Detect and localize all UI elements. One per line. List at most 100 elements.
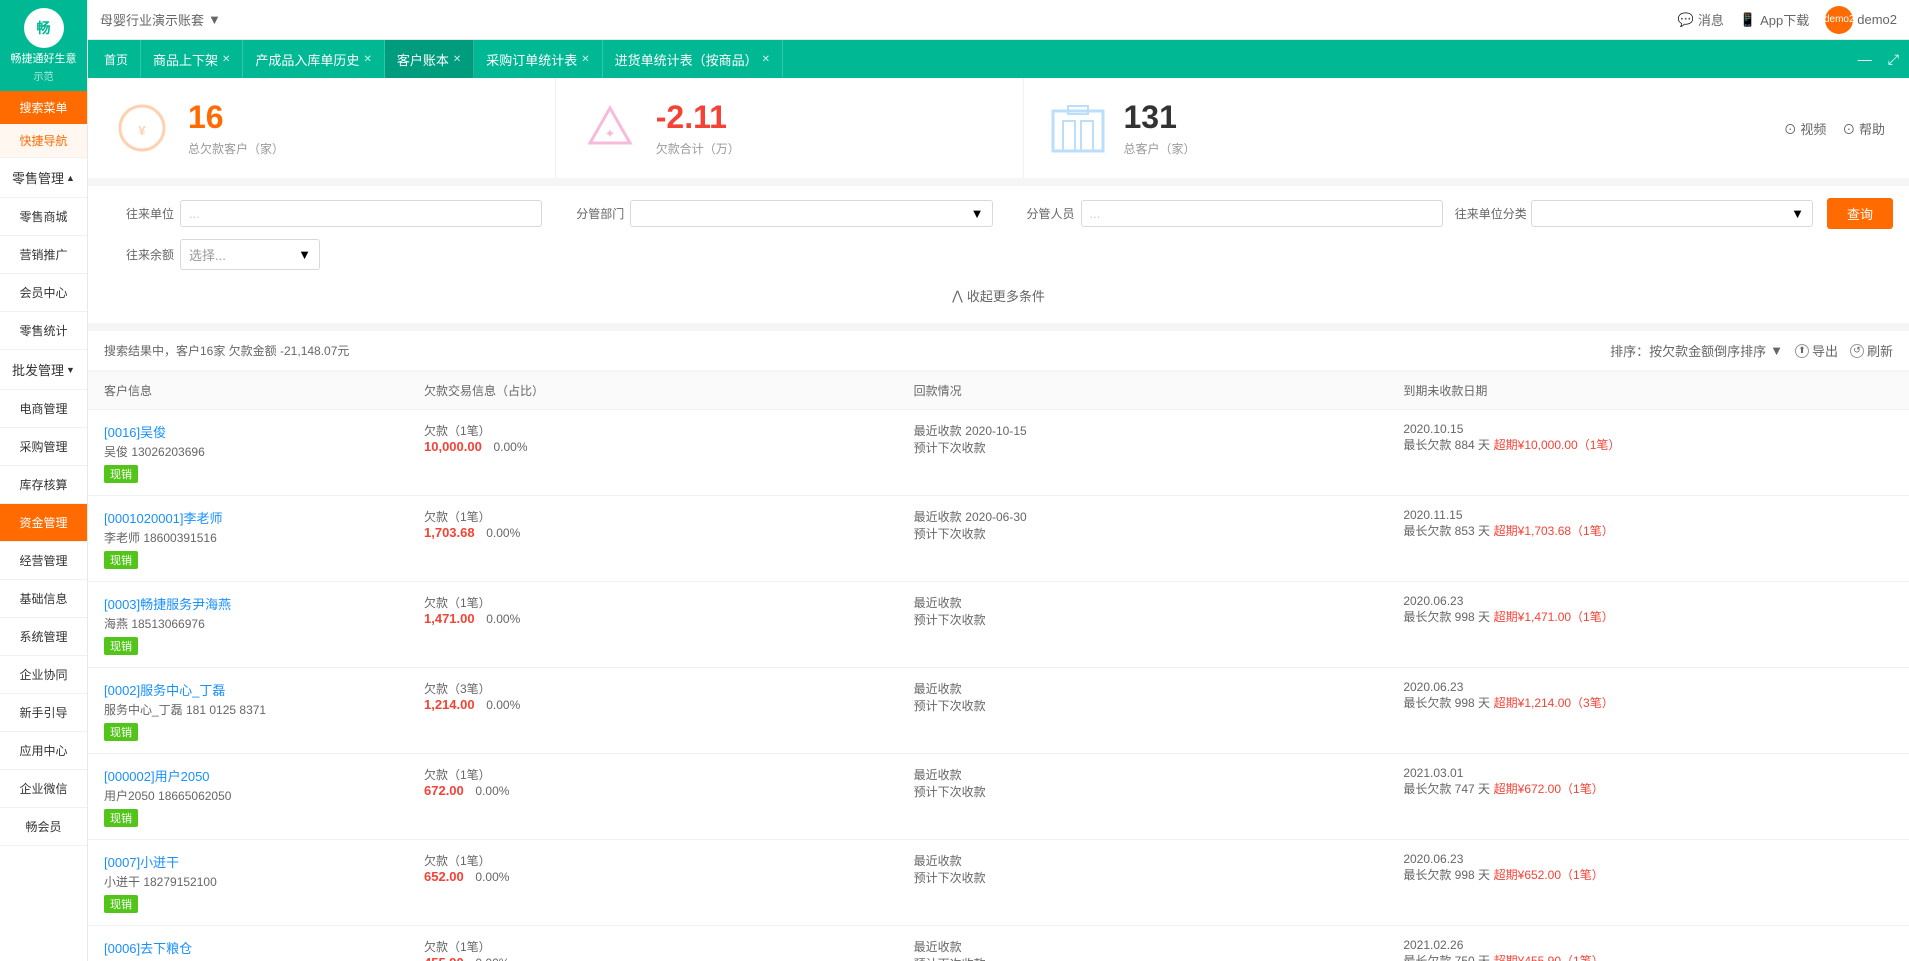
sidebar-item-retail-mgmt[interactable]: 零售管理 ▲: [0, 158, 87, 198]
sidebar-item-inventory[interactable]: 库存核算: [0, 466, 87, 504]
tab-inbound-stats[interactable]: 进货单统计表（按商品） ✕: [603, 40, 783, 78]
sidebar-item-wecom[interactable]: 企业微信: [0, 770, 87, 808]
video-icon: ⊙: [1784, 122, 1797, 137]
col-debt-info: 欠款交易信息（占比）: [424, 382, 914, 399]
tab-product-listing[interactable]: 商品上下架 ✕: [141, 40, 243, 78]
message-btn[interactable]: 💬 消息: [1678, 10, 1724, 29]
help-link[interactable]: ⊙ 帮助: [1842, 119, 1885, 138]
tab-close-icon[interactable]: ✕: [581, 54, 589, 65]
sidebar-item-label: 零售管理: [12, 168, 64, 187]
results-actions: 排序：按欠款金额倒序排序 ▼ ⬆ 导出 ↺ 刷新: [1610, 341, 1893, 360]
tab-expand-icon[interactable]: ⤢: [1882, 51, 1905, 68]
customer-name[interactable]: [0003]畅捷服务尹海燕: [104, 594, 424, 613]
sidebar-item-collab[interactable]: 企业协同: [0, 656, 87, 694]
tab-production-history[interactable]: 产成品入库单历史 ✕: [243, 40, 384, 78]
filter-row-1: 往来单位 ... 分管部门 ▼ 分管人员 ...: [104, 198, 1893, 229]
tab-close-icon[interactable]: ✕: [222, 54, 230, 65]
tab-customer-account[interactable]: 客户账本 ✕: [385, 40, 474, 78]
tab-close-icon[interactable]: ✕: [363, 54, 371, 65]
customer-name[interactable]: [0001020001]李老师: [104, 508, 424, 527]
customer-detail: 李老师 18600391516: [104, 529, 424, 546]
filter-unit-category: 往来单位分类 ▼ 查询: [1455, 198, 1893, 229]
sidebar-item-changhui[interactable]: 畅会员: [0, 808, 87, 846]
stat-card-total-info: 131 总客户（家）: [1124, 99, 1196, 157]
sidebar-nav: 零售管理 ▲ 零售商城 营销推广 会员中心 零售统计 批发管理 ▼ 电商管理 采…: [0, 158, 87, 961]
customer-name[interactable]: [0016]吴俊: [104, 422, 424, 441]
source-unit-input[interactable]: ...: [180, 200, 542, 227]
dept-select[interactable]: ▼: [630, 200, 992, 227]
sidebar-item-purchase[interactable]: 采购管理: [0, 428, 87, 466]
stat-total-debt-value: -2.11: [656, 99, 740, 136]
logo-sub: 示范: [4, 68, 83, 83]
sidebar-item-retail-stats[interactable]: 零售统计: [0, 312, 87, 350]
table-row: [0002]服务中心_丁磊 服务中心_丁磊 181 0125 8371 现销 欠…: [88, 668, 1909, 754]
collection-cell: 最近收款 2020-06-30 预计下次收款: [914, 508, 1404, 542]
user-avatar-btn[interactable]: demo2 demo2: [1825, 6, 1897, 34]
table-row: [0001020001]李老师 李老师 18600391516 现销 欠款（1笔…: [88, 496, 1909, 582]
due-cell: 2021.03.01 最长欠款 747 天 超期¥672.00（1笔）: [1403, 766, 1893, 797]
sort-select[interactable]: 排序：按欠款金额倒序排序 ▼: [1610, 341, 1783, 360]
company-selector[interactable]: 母婴行业演示账套 ▼: [100, 10, 221, 29]
quick-nav[interactable]: 快捷导航: [0, 124, 87, 158]
sidebar-item-ecommerce[interactable]: 电商管理: [0, 390, 87, 428]
refresh-icon: ↺: [1850, 344, 1864, 358]
logo-text: 畅捷通好生意: [4, 52, 83, 66]
sidebar-item-guide[interactable]: 新手引导: [0, 694, 87, 732]
balance-select[interactable]: 选择... ▼: [180, 239, 320, 270]
sidebar-item-apps[interactable]: 应用中心: [0, 732, 87, 770]
username: demo2: [1857, 12, 1897, 27]
export-btn[interactable]: ⬆ 导出: [1795, 341, 1838, 360]
customer-detail: 吴俊 13026203696: [104, 443, 424, 460]
query-button[interactable]: 查询: [1827, 198, 1893, 229]
table-header: 客户信息 欠款交易信息（占比） 回款情况 到期未收款日期: [88, 372, 1909, 410]
sidebar-item-basic-info[interactable]: 基础信息: [0, 580, 87, 618]
customer-tag: 现销: [104, 809, 138, 827]
sidebar-item-retail-mall[interactable]: 零售商城: [0, 198, 87, 236]
debt-cell: 欠款（1笔） 1,471.00 0.00%: [424, 594, 914, 626]
customer-tag: 现销: [104, 637, 138, 655]
search-menu[interactable]: 搜索菜单: [0, 91, 87, 124]
tab-purchase-order-stats[interactable]: 采购订单统计表 ✕: [474, 40, 602, 78]
tab-close-icon[interactable]: ✕: [453, 54, 461, 65]
due-cell: 2020.06.23 最长欠款 998 天 超期¥1,471.00（1笔）: [1403, 594, 1893, 625]
tab-minimize-icon[interactable]: —: [1852, 51, 1878, 67]
refresh-btn[interactable]: ↺ 刷新: [1850, 341, 1893, 360]
video-link[interactable]: ⊙ 视频: [1784, 119, 1827, 138]
logo[interactable]: 畅 畅捷通好生意 示范: [0, 0, 87, 91]
sidebar-item-marketing[interactable]: 营销推广: [0, 236, 87, 274]
customer-name[interactable]: [0007]小迸干: [104, 852, 424, 871]
tab-close-icon[interactable]: ✕: [762, 54, 770, 65]
customer-cell: [0006]去下粮仓 陈小希 现销: [104, 938, 424, 961]
sidebar-item-label: 批发管理: [12, 360, 64, 379]
collapse-section: ⋀ 收起更多条件: [104, 280, 1893, 311]
customer-tag: 现销: [104, 551, 138, 569]
customer-detail: 服务中心_丁磊 181 0125 8371: [104, 701, 424, 718]
unit-category-select[interactable]: ▼: [1531, 200, 1813, 227]
customer-cell: [0007]小迸干 小迸干 18279152100 现销: [104, 852, 424, 913]
tab-home[interactable]: 首页: [92, 40, 141, 78]
sidebar-item-system[interactable]: 系统管理: [0, 618, 87, 656]
sidebar: 畅 畅捷通好生意 示范 搜索菜单 快捷导航 零售管理 ▲ 零售商城 营销推广 会…: [0, 0, 88, 961]
tabbar: 首页 商品上下架 ✕ 产成品入库单历史 ✕ 客户账本 ✕ 采购订单统计表 ✕ 进…: [88, 40, 1909, 78]
collapse-btn[interactable]: ⋀ 收起更多条件: [104, 280, 1893, 311]
svg-text:¥: ¥: [138, 123, 146, 138]
stat-total-label: 总客户（家）: [1124, 140, 1196, 157]
col-collection: 回款情况: [914, 382, 1404, 399]
sidebar-item-finance[interactable]: 资金管理: [0, 504, 87, 542]
sidebar-item-operations[interactable]: 经营管理: [0, 542, 87, 580]
customer-name[interactable]: [0006]去下粮仓: [104, 938, 424, 957]
filter-manager-label: 分管人员: [1005, 205, 1075, 222]
customer-cell: [0003]畅捷服务尹海燕 海燕 18513066976 现销: [104, 594, 424, 655]
customer-detail: 小迸干 18279152100: [104, 873, 424, 890]
manager-input[interactable]: ...: [1081, 200, 1443, 227]
sidebar-item-members[interactable]: 会员中心: [0, 274, 87, 312]
customer-cell: [0001020001]李老师 李老师 18600391516 现销: [104, 508, 424, 569]
due-cell: 2020.10.15 最长欠款 884 天 超期¥10,000.00（1笔）: [1403, 422, 1893, 453]
chevron-down-icon: ▼: [208, 12, 221, 27]
sidebar-item-wholesale[interactable]: 批发管理 ▼: [0, 350, 87, 390]
app-download-btn[interactable]: 📱 App下载: [1740, 10, 1809, 29]
customer-name[interactable]: [0002]服务中心_丁磊: [104, 680, 424, 699]
customer-name[interactable]: [000002]用户2050: [104, 766, 424, 785]
customer-detail: 用户2050 18665062050: [104, 787, 424, 804]
filter-area: 往来单位 ... 分管部门 ▼ 分管人员 ...: [88, 186, 1909, 323]
